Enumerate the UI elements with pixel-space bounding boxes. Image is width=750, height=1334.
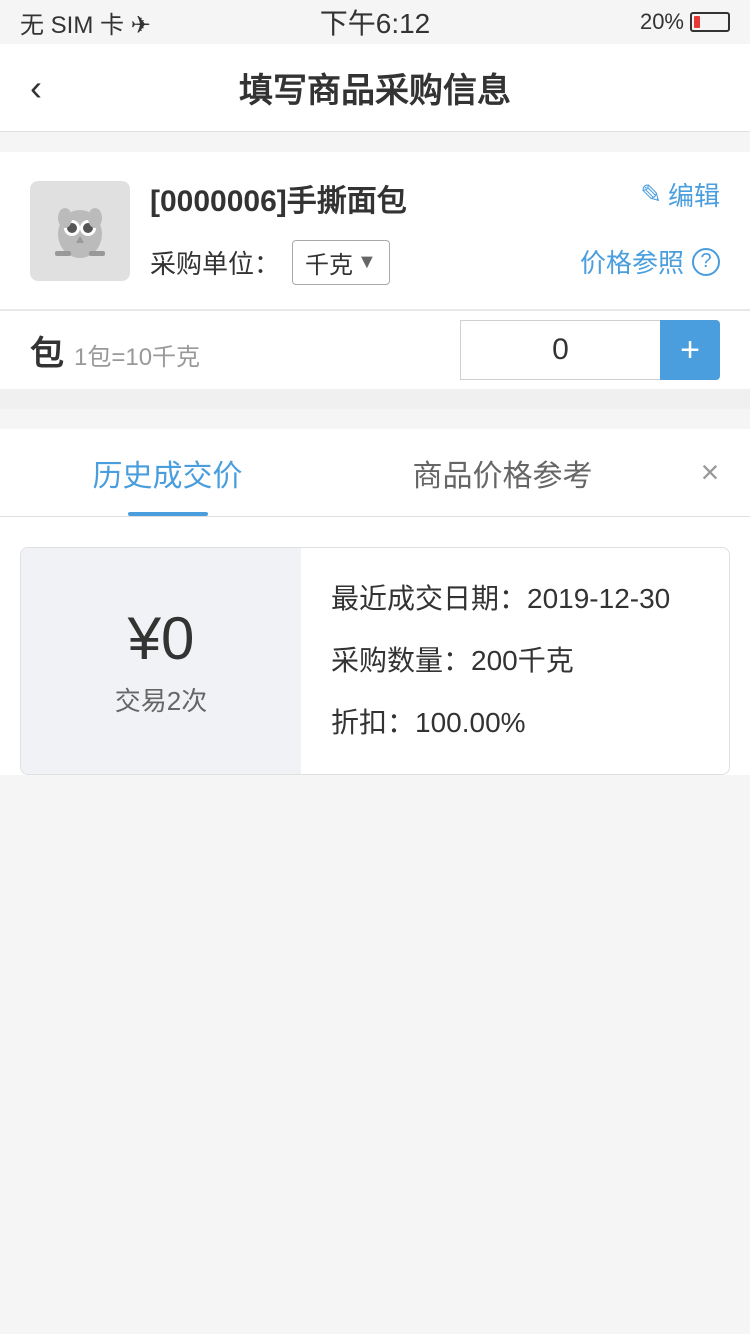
- help-icon: ?: [692, 248, 720, 276]
- quantity-section: 包 1包=10千克 0 +: [0, 309, 750, 389]
- product-name: [0000006]手撕面包: [150, 176, 407, 220]
- price-ref-label: 价格参照: [580, 243, 684, 280]
- quantity-plus-button[interactable]: +: [660, 320, 720, 380]
- product-unit-row: 采购单位： 千克 ▼: [150, 240, 407, 285]
- tab-close-button[interactable]: ×: [670, 454, 750, 491]
- discount-row: 折扣：100.00%: [331, 702, 699, 744]
- recent-date-label: 最近成交日期：: [331, 583, 527, 614]
- quantity-label: 包 1包=10千克: [30, 326, 200, 375]
- unit-value: 千克: [305, 245, 353, 280]
- tab-history-price-label: 历史成交价: [93, 451, 243, 495]
- purchase-qty-label: 采购数量：: [331, 645, 471, 676]
- product-info: [0000006]手撕面包 采购单位： 千克 ▼: [150, 176, 407, 285]
- tab-product-price-ref-label: 商品价格参考: [413, 451, 593, 495]
- product-left: [0000006]手撕面包 采购单位： 千克 ▼: [30, 176, 407, 285]
- edit-button[interactable]: ✎ 编辑: [640, 176, 720, 213]
- unit-main-label: 包: [30, 326, 64, 375]
- status-left: 无 SIM 卡 ✈: [20, 5, 151, 40]
- quantity-controls: 0 +: [460, 320, 720, 380]
- back-button[interactable]: ‹: [20, 57, 52, 119]
- transactions-count: 交易2次: [115, 681, 207, 718]
- tab-product-price-ref[interactable]: 商品价格参考: [335, 429, 670, 516]
- price-amount: ¥0: [128, 604, 195, 673]
- product-header: [0000006]手撕面包 采购单位： 千克 ▼ ✎ 编辑 价格参照 ?: [30, 176, 720, 285]
- section-separator: [0, 389, 750, 409]
- purchase-qty-row: 采购数量：200千克: [331, 640, 699, 682]
- edit-icon: ✎: [640, 179, 662, 210]
- tabs-section: 历史成交价 商品价格参考 × ¥0 交易2次 最近成交日期：2019-12-30…: [0, 429, 750, 775]
- status-time: 下午6:12: [320, 2, 431, 42]
- discount-value: 100.00%: [415, 707, 526, 738]
- tab-active-indicator: [128, 512, 208, 516]
- page-title: 填写商品采购信息: [239, 63, 511, 112]
- quantity-input[interactable]: 0: [460, 320, 660, 380]
- price-summary-panel: ¥0 交易2次: [21, 548, 301, 774]
- status-bar: 无 SIM 卡 ✈ 下午6:12 20%: [0, 0, 750, 44]
- battery-percent: 20%: [640, 9, 684, 35]
- battery-icon: [690, 12, 730, 32]
- unit-conversion-label: 1包=10千克: [74, 337, 200, 372]
- recent-date-value: 2019-12-30: [527, 583, 670, 614]
- edit-label: 编辑: [668, 176, 720, 213]
- price-details-panel: 最近成交日期：2019-12-30 采购数量：200千克 折扣：100.00%: [301, 548, 729, 774]
- unit-selector[interactable]: 千克 ▼: [292, 240, 390, 285]
- purchase-qty-value: 200千克: [471, 645, 574, 676]
- discount-label: 折扣：: [331, 707, 415, 738]
- status-right: 20%: [640, 9, 730, 35]
- price-ref-button[interactable]: 价格参照 ?: [580, 243, 720, 280]
- purchase-unit-label: 采购单位：: [150, 244, 280, 281]
- product-right: ✎ 编辑 价格参照 ?: [580, 176, 720, 280]
- price-ref-card: ¥0 交易2次 最近成交日期：2019-12-30 采购数量：200千克 折扣：…: [20, 547, 730, 775]
- tab-history-price[interactable]: 历史成交价: [0, 429, 335, 516]
- tabs-header: 历史成交价 商品价格参考 ×: [0, 429, 750, 517]
- product-card: [0000006]手撕面包 采购单位： 千克 ▼ ✎ 编辑 价格参照 ?: [0, 152, 750, 309]
- product-thumbnail: [30, 181, 130, 281]
- nav-bar: ‹ 填写商品采购信息: [0, 44, 750, 132]
- recent-date-row: 最近成交日期：2019-12-30: [331, 578, 699, 620]
- dropdown-arrow-icon: ▼: [357, 251, 377, 274]
- quantity-value: 0: [552, 333, 569, 367]
